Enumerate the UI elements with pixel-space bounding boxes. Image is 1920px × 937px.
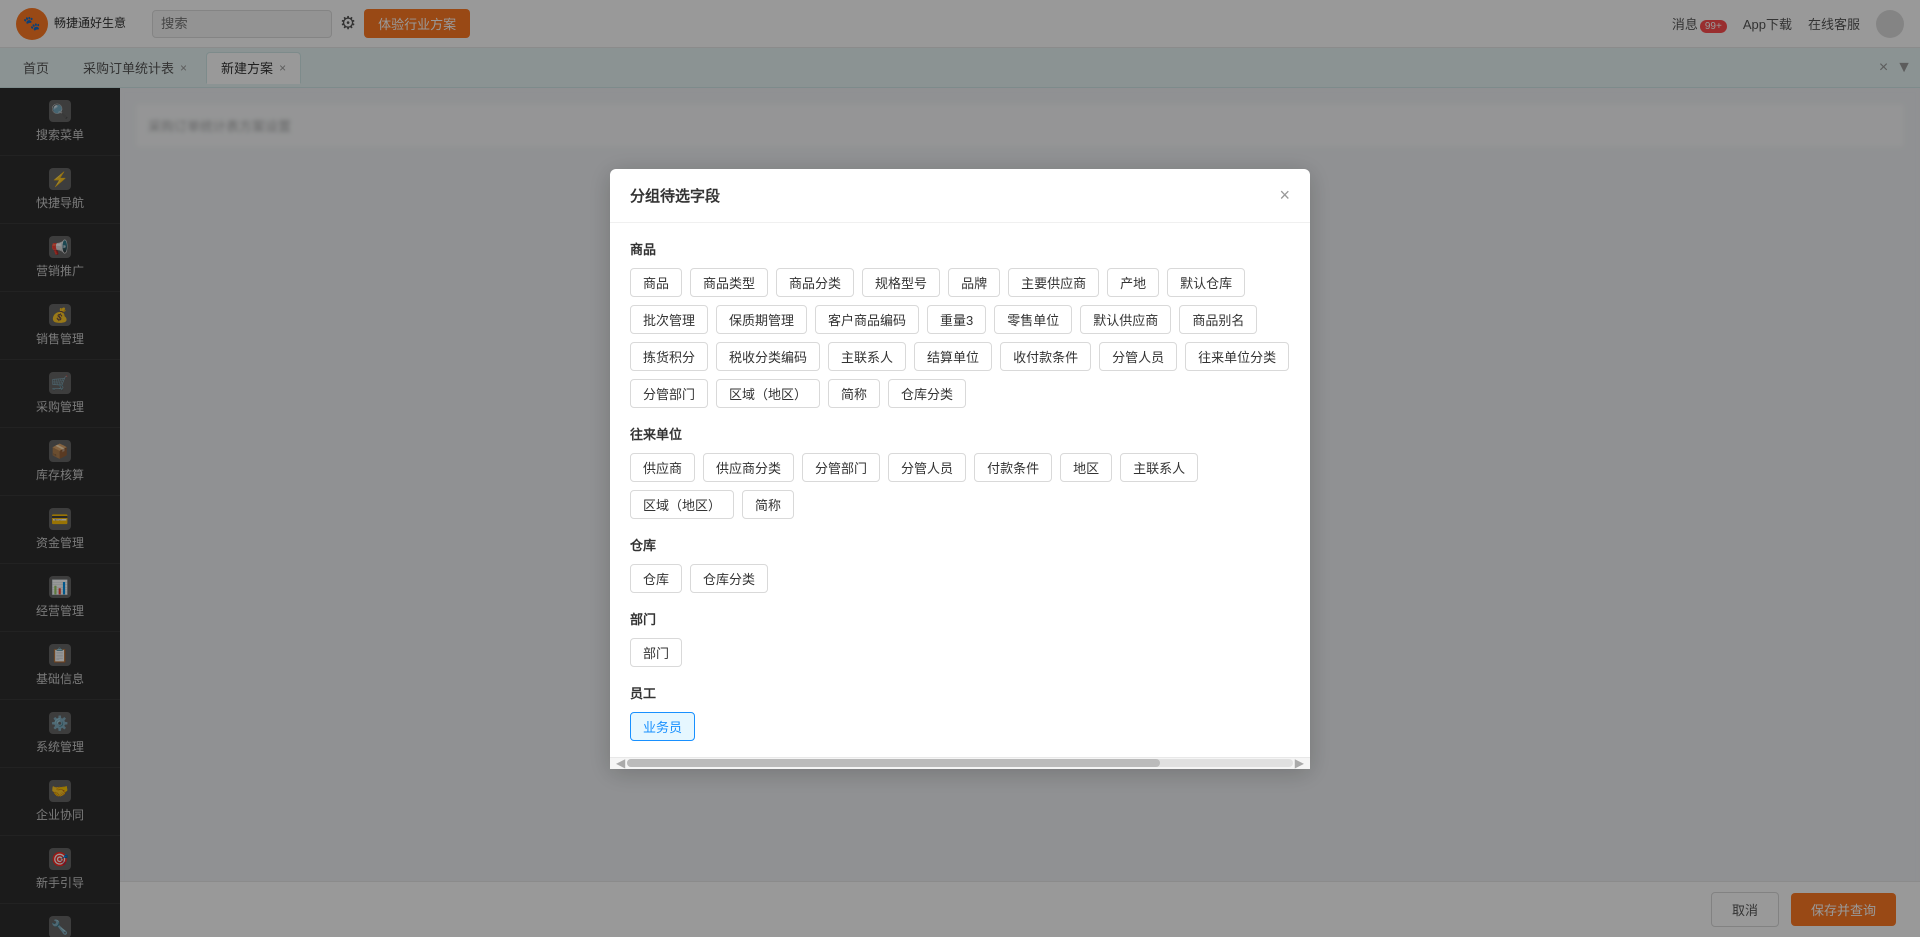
modal-overlay: 分组待选字段 × 商品 商品 商品类型 商品分类 规格型号 品牌 主要供应商 产… bbox=[0, 0, 1920, 937]
modal-field-selector: 分组待选字段 × 商品 商品 商品类型 商品分类 规格型号 品牌 主要供应商 产… bbox=[610, 169, 1310, 769]
field-tag-goods-21[interactable]: 往来单位分类 bbox=[1185, 342, 1289, 371]
field-tag-goods-4[interactable]: 品牌 bbox=[948, 268, 1000, 297]
modal-body: 商品 商品 商品类型 商品分类 规格型号 品牌 主要供应商 产地 默认仓库 批次… bbox=[610, 223, 1310, 757]
field-grid-warehouse: 仓库 仓库分类 bbox=[630, 564, 1290, 593]
section-title-partner: 往来单位 bbox=[630, 424, 1290, 443]
field-tag-goods-22[interactable]: 分管部门 bbox=[630, 379, 708, 408]
modal-close-button[interactable]: × bbox=[1279, 186, 1290, 204]
field-tag-partner-5[interactable]: 地区 bbox=[1060, 453, 1112, 482]
field-tag-goods-18[interactable]: 结算单位 bbox=[914, 342, 992, 371]
section-title-warehouse: 仓库 bbox=[630, 535, 1290, 554]
field-tag-goods-0[interactable]: 商品 bbox=[630, 268, 682, 297]
modal-title: 分组待选字段 bbox=[630, 185, 720, 206]
field-tag-goods-15[interactable]: 拣货积分 bbox=[630, 342, 708, 371]
field-tag-partner-4[interactable]: 付款条件 bbox=[974, 453, 1052, 482]
field-tag-goods-8[interactable]: 批次管理 bbox=[630, 305, 708, 334]
section-title-dept: 部门 bbox=[630, 609, 1290, 628]
field-tag-goods-17[interactable]: 主联系人 bbox=[828, 342, 906, 371]
field-tag-goods-3[interactable]: 规格型号 bbox=[862, 268, 940, 297]
field-tag-goods-10[interactable]: 客户商品编码 bbox=[815, 305, 919, 334]
field-tag-partner-7[interactable]: 区域（地区） bbox=[630, 490, 734, 519]
field-tag-partner-1[interactable]: 供应商分类 bbox=[703, 453, 794, 482]
field-tag-partner-3[interactable]: 分管人员 bbox=[888, 453, 966, 482]
field-tag-goods-16[interactable]: 税收分类编码 bbox=[716, 342, 820, 371]
field-tag-goods-6[interactable]: 产地 bbox=[1107, 268, 1159, 297]
field-tag-goods-20[interactable]: 分管人员 bbox=[1099, 342, 1177, 371]
field-tag-goods-11[interactable]: 重量3 bbox=[927, 305, 986, 334]
field-tag-partner-0[interactable]: 供应商 bbox=[630, 453, 695, 482]
field-tag-goods-7[interactable]: 默认仓库 bbox=[1167, 268, 1245, 297]
field-grid-goods: 商品 商品类型 商品分类 规格型号 品牌 主要供应商 产地 默认仓库 批次管理 … bbox=[630, 268, 1290, 408]
section-title-goods: 商品 bbox=[630, 239, 1290, 258]
field-tag-goods-19[interactable]: 收付款条件 bbox=[1000, 342, 1091, 371]
field-tag-warehouse-0[interactable]: 仓库 bbox=[630, 564, 682, 593]
field-tag-goods-1[interactable]: 商品类型 bbox=[690, 268, 768, 297]
modal-header: 分组待选字段 × bbox=[610, 169, 1310, 223]
field-tag-goods-24[interactable]: 简称 bbox=[828, 379, 880, 408]
field-tag-goods-9[interactable]: 保质期管理 bbox=[716, 305, 807, 334]
field-tag-goods-12[interactable]: 零售单位 bbox=[994, 305, 1072, 334]
section-title-staff: 员工 bbox=[630, 683, 1290, 702]
field-tag-partner-6[interactable]: 主联系人 bbox=[1120, 453, 1198, 482]
field-tag-goods-25[interactable]: 仓库分类 bbox=[888, 379, 966, 408]
horizontal-scrollbar[interactable] bbox=[627, 759, 1293, 767]
field-tag-goods-14[interactable]: 商品别名 bbox=[1179, 305, 1257, 334]
field-grid-staff: 业务员 bbox=[630, 712, 1290, 741]
field-tag-goods-13[interactable]: 默认供应商 bbox=[1080, 305, 1171, 334]
field-tag-warehouse-1[interactable]: 仓库分类 bbox=[690, 564, 768, 593]
field-tag-dept-0[interactable]: 部门 bbox=[630, 638, 682, 667]
field-grid-partner: 供应商 供应商分类 分管部门 分管人员 付款条件 地区 主联系人 区域（地区） … bbox=[630, 453, 1290, 519]
field-tag-partner-8[interactable]: 简称 bbox=[742, 490, 794, 519]
field-tag-partner-2[interactable]: 分管部门 bbox=[802, 453, 880, 482]
field-tag-goods-2[interactable]: 商品分类 bbox=[776, 268, 854, 297]
scrollbar-thumb bbox=[627, 759, 1159, 767]
field-tag-staff-0[interactable]: 业务员 bbox=[630, 712, 695, 741]
field-tag-goods-23[interactable]: 区域（地区） bbox=[716, 379, 820, 408]
field-grid-dept: 部门 bbox=[630, 638, 1290, 667]
modal-footer-scrollbar[interactable]: ◀ ▶ bbox=[610, 757, 1310, 769]
field-tag-goods-5[interactable]: 主要供应商 bbox=[1008, 268, 1099, 297]
